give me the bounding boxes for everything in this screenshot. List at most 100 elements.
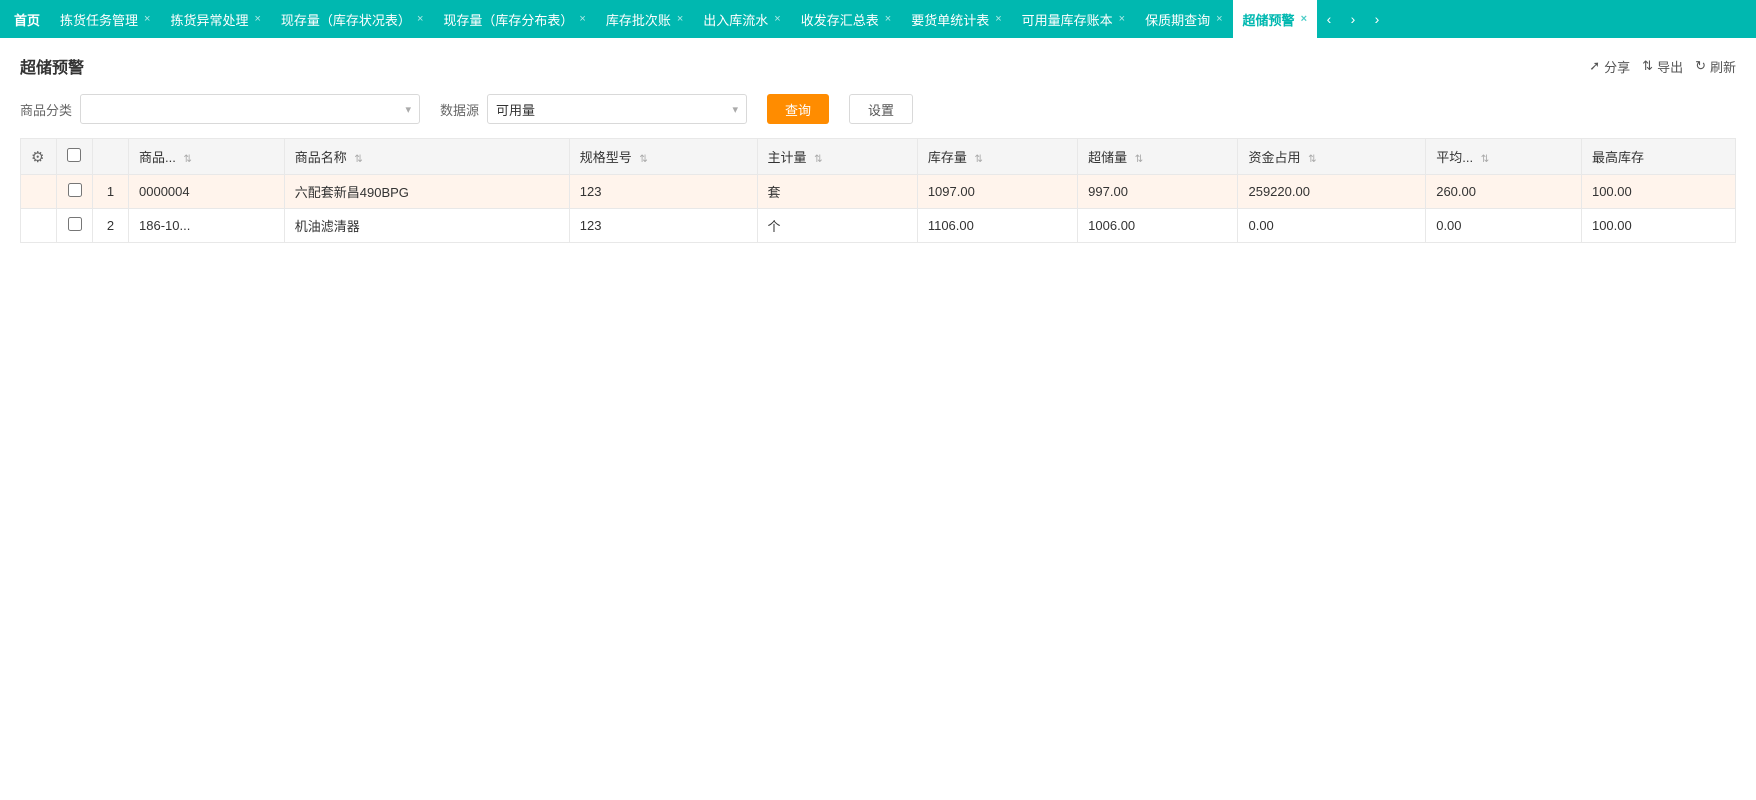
close-tab-3[interactable]: × bbox=[417, 13, 423, 25]
th-product-code[interactable]: 商品... ⇅ bbox=[129, 139, 285, 175]
top-navigation: 首页 拣货任务管理 × 拣货异常处理 × 现存量（库存状况表） × 现存量（库存… bbox=[0, 0, 1756, 38]
row-max-stock: 100.00 bbox=[1581, 209, 1735, 243]
row-index: 1 bbox=[93, 175, 129, 209]
nav-tab-10[interactable]: 保质期查询 × bbox=[1135, 0, 1232, 38]
close-tab-8[interactable]: × bbox=[995, 13, 1001, 25]
row-checkbox-1[interactable] bbox=[68, 217, 82, 231]
row-avg: 260.00 bbox=[1426, 175, 1582, 209]
nav-tab-home[interactable]: 首页 bbox=[4, 0, 50, 38]
datasource-label: 数据源 bbox=[440, 100, 479, 119]
close-tab-4[interactable]: × bbox=[579, 13, 585, 25]
gear-icon[interactable]: ⚙ bbox=[31, 149, 44, 166]
row-checkbox-cell bbox=[57, 175, 93, 209]
row-product-code: 186-10... bbox=[129, 209, 285, 243]
th-max-stock[interactable]: 最高库存 bbox=[1581, 139, 1735, 175]
row-product-name: 六配套新昌490BPG bbox=[284, 175, 569, 209]
refresh-button[interactable]: ↻ 刷新 bbox=[1695, 57, 1736, 76]
close-tab-10[interactable]: × bbox=[1216, 13, 1222, 25]
close-tab-1[interactable]: × bbox=[144, 13, 150, 25]
row-capital: 259220.00 bbox=[1238, 175, 1426, 209]
chevron-down-icon: ▾ bbox=[405, 103, 411, 116]
share-button[interactable]: ➚ 分享 bbox=[1589, 57, 1630, 76]
filter-category: 商品分类 ▾ bbox=[20, 94, 420, 124]
row-stock: 1097.00 bbox=[917, 175, 1077, 209]
filter-row: 商品分类 ▾ 数据源 可用量 ▾ 查询 设置 bbox=[20, 94, 1736, 124]
row-over-stock: 1006.00 bbox=[1078, 209, 1238, 243]
nav-tab-5[interactable]: 库存批次账 × bbox=[596, 0, 693, 38]
row-spec: 123 bbox=[569, 175, 757, 209]
row-index: 2 bbox=[93, 209, 129, 243]
table-row: 1 0000004 六配套新昌490BPG 123 套 1097.00 997.… bbox=[21, 175, 1736, 209]
close-tab-6[interactable]: × bbox=[774, 13, 780, 25]
close-tab-5[interactable]: × bbox=[677, 13, 683, 25]
row-checkbox-cell bbox=[57, 209, 93, 243]
th-unit[interactable]: 主计量 ⇅ bbox=[757, 139, 917, 175]
sort-icon: ⇅ bbox=[1481, 154, 1489, 165]
th-index bbox=[93, 139, 129, 175]
query-button[interactable]: 查询 bbox=[767, 94, 829, 124]
nav-arrow-more[interactable]: › bbox=[1365, 0, 1389, 38]
th-settings: ⚙ bbox=[21, 139, 57, 175]
nav-arrow-left[interactable]: ‹ bbox=[1317, 0, 1341, 38]
sort-icon: ⇅ bbox=[814, 154, 822, 165]
datasource-select[interactable]: 可用量 ▾ bbox=[487, 94, 747, 124]
th-spec[interactable]: 规格型号 ⇅ bbox=[569, 139, 757, 175]
row-checkbox-0[interactable] bbox=[68, 183, 82, 197]
table-row: 2 186-10... 机油滤清器 123 个 1106.00 1006.00 … bbox=[21, 209, 1736, 243]
table-header-row: ⚙ 商品... ⇅ 商品名称 ⇅ 规格型号 ⇅ bbox=[21, 139, 1736, 175]
chevron-down-icon: ▾ bbox=[733, 103, 739, 116]
th-checkbox bbox=[57, 139, 93, 175]
setting-button[interactable]: 设置 bbox=[849, 94, 913, 124]
th-product-name[interactable]: 商品名称 ⇅ bbox=[284, 139, 569, 175]
nav-tab-6[interactable]: 出入库流水 × bbox=[693, 0, 790, 38]
sort-icon: ⇅ bbox=[1308, 154, 1316, 165]
row-settings-cell bbox=[21, 175, 57, 209]
row-capital: 0.00 bbox=[1238, 209, 1426, 243]
nav-tab-9[interactable]: 可用量库存账本 × bbox=[1012, 0, 1135, 38]
export-button[interactable]: ⇅ 导出 bbox=[1642, 57, 1683, 76]
page-container: 超储预警 ➚ 分享 ⇅ 导出 ↻ 刷新 商品分类 ▾ 数据源 bbox=[0, 38, 1756, 800]
export-icon: ⇅ bbox=[1642, 58, 1653, 74]
row-over-stock: 997.00 bbox=[1078, 175, 1238, 209]
th-over-stock[interactable]: 超储量 ⇅ bbox=[1078, 139, 1238, 175]
row-settings-cell bbox=[21, 209, 57, 243]
header-actions: ➚ 分享 ⇅ 导出 ↻ 刷新 bbox=[1589, 57, 1736, 76]
nav-tab-2[interactable]: 拣货异常处理 × bbox=[160, 0, 270, 38]
page-title: 超储预警 bbox=[20, 54, 84, 78]
nav-tab-1[interactable]: 拣货任务管理 × bbox=[50, 0, 160, 38]
category-select[interactable]: ▾ bbox=[80, 94, 420, 124]
sort-icon: ⇅ bbox=[354, 154, 362, 165]
nav-tab-3[interactable]: 现存量（库存状况表） × bbox=[271, 0, 433, 38]
nav-arrow-right[interactable]: › bbox=[1341, 0, 1365, 38]
th-stock[interactable]: 库存量 ⇅ bbox=[917, 139, 1077, 175]
th-avg[interactable]: 平均... ⇅ bbox=[1426, 139, 1582, 175]
data-table: ⚙ 商品... ⇅ 商品名称 ⇅ 规格型号 ⇅ bbox=[20, 138, 1736, 243]
close-tab-9[interactable]: × bbox=[1119, 13, 1125, 25]
row-spec: 123 bbox=[569, 209, 757, 243]
row-stock: 1106.00 bbox=[917, 209, 1077, 243]
sort-icon: ⇅ bbox=[1135, 154, 1143, 165]
close-tab-2[interactable]: × bbox=[254, 13, 260, 25]
filter-datasource: 数据源 可用量 ▾ bbox=[440, 94, 747, 124]
close-tab-11[interactable]: × bbox=[1301, 13, 1307, 25]
sort-icon: ⇅ bbox=[974, 154, 982, 165]
category-label: 商品分类 bbox=[20, 100, 72, 119]
share-icon: ➚ bbox=[1589, 58, 1600, 74]
row-unit: 个 bbox=[757, 209, 917, 243]
datasource-value: 可用量 bbox=[496, 100, 535, 119]
row-avg: 0.00 bbox=[1426, 209, 1582, 243]
refresh-icon: ↻ bbox=[1695, 58, 1706, 74]
nav-tab-7[interactable]: 收发存汇总表 × bbox=[791, 0, 901, 38]
th-capital[interactable]: 资金占用 ⇅ bbox=[1238, 139, 1426, 175]
nav-tab-11[interactable]: 超储预警 × bbox=[1233, 0, 1317, 38]
close-tab-7[interactable]: × bbox=[885, 13, 891, 25]
row-product-name: 机油滤清器 bbox=[284, 209, 569, 243]
row-max-stock: 100.00 bbox=[1581, 175, 1735, 209]
row-product-code: 0000004 bbox=[129, 175, 285, 209]
nav-tab-8[interactable]: 要货单统计表 × bbox=[901, 0, 1011, 38]
select-all-checkbox[interactable] bbox=[67, 148, 81, 162]
page-header: 超储预警 ➚ 分享 ⇅ 导出 ↻ 刷新 bbox=[20, 54, 1736, 78]
sort-icon: ⇅ bbox=[183, 154, 191, 165]
nav-tab-4[interactable]: 现存量（库存分布表） × bbox=[433, 0, 595, 38]
row-unit: 套 bbox=[757, 175, 917, 209]
